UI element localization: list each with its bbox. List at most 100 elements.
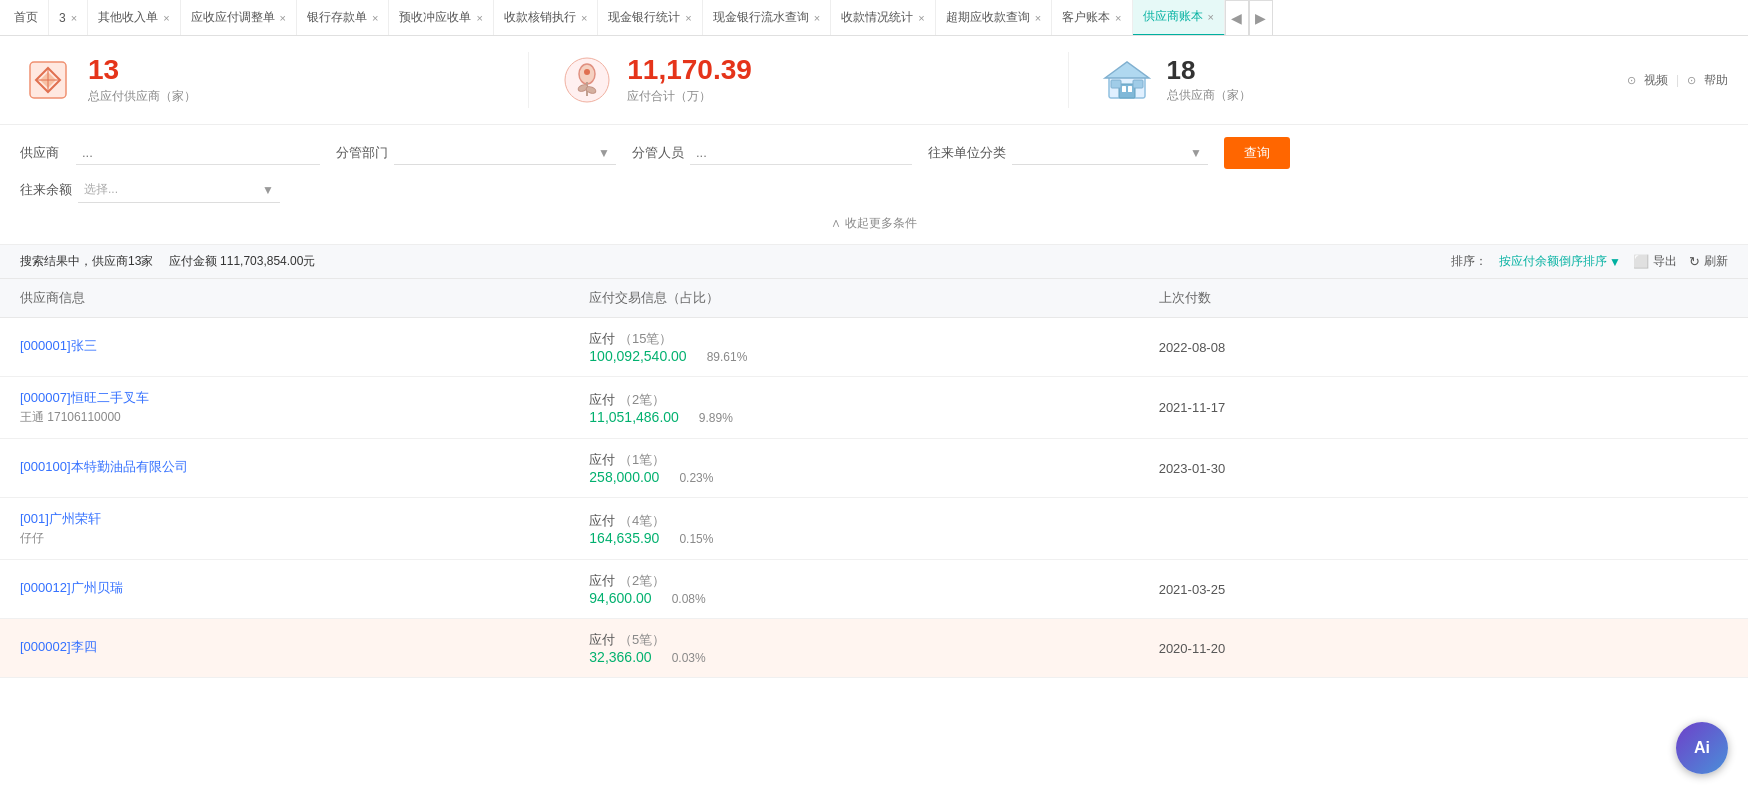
nav-tab-other-income-label: 其他收入单 — [98, 9, 158, 26]
ai-button[interactable]: Ai — [1676, 722, 1728, 774]
summary-payable-amount: 11,170.39 应付合计（万） — [529, 52, 1068, 108]
nav-tab-overdue-collect[interactable]: 超期应收款查询 × — [936, 0, 1052, 36]
tx-label-2: 应付 （2笔） — [589, 391, 1158, 409]
nav-tab-ap-adjust[interactable]: 应收应付调整单 × — [181, 0, 297, 36]
tx-amount-6[interactable]: 32,366.00 — [589, 649, 651, 665]
payable-suppliers-label: 总应付供应商（家） — [88, 88, 196, 105]
nav-tab-bank-deposit[interactable]: 银行存款单 × — [297, 0, 389, 36]
nav-tab-overdue-collect-close[interactable]: × — [1035, 12, 1041, 24]
last-pay-2: 2021-11-17 — [1159, 400, 1728, 415]
nav-tab-3[interactable]: 3 × — [49, 0, 88, 36]
filter-dept: 分管部门 ▼ — [336, 142, 616, 165]
dept-select[interactable]: ▼ — [394, 142, 616, 165]
supplier-info-1: [000001]张三 — [20, 337, 589, 357]
nav-tab-other-income-close[interactable]: × — [163, 12, 169, 24]
nav-tab-collect-verify-label: 收款核销执行 — [504, 9, 576, 26]
last-pay-5: 2021-03-25 — [1159, 582, 1728, 597]
top-nav: 首页 3 × 其他收入单 × 应收应付调整单 × 银行存款单 × 预收冲应收单 … — [0, 0, 1748, 36]
table-row: [000100]本特勤油品有限公司 应付 （1笔） 258,000.00 0.2… — [0, 439, 1748, 498]
person-input[interactable] — [690, 141, 912, 165]
category-select[interactable]: ▼ — [1012, 142, 1208, 165]
tx-amount-4[interactable]: 164,635.90 — [589, 530, 659, 546]
category-label: 往来单位分类 — [928, 144, 1006, 162]
nav-tab-bank-deposit-close[interactable]: × — [372, 12, 378, 24]
nav-tab-supplier-account-close[interactable]: × — [1208, 11, 1214, 23]
table-col-tx: 应付交易信息（占比） — [589, 289, 1158, 307]
supplier-link-6[interactable]: [000002]李四 — [20, 639, 97, 654]
filter-area: 供应商 分管部门 ▼ 分管人员 往来单位分类 ▼ 查询 — [0, 125, 1748, 245]
nav-tab-advance-collect[interactable]: 预收冲应收单 × — [389, 0, 493, 36]
nav-tab-collect-stat[interactable]: 收款情况统计 × — [831, 0, 935, 36]
nav-tab-customer-account[interactable]: 客户账本 × — [1052, 0, 1132, 36]
supplier-label: 供应商 — [20, 144, 70, 162]
tx-info-1: 应付 （15笔） 100,092,540.00 89.61% — [589, 330, 1158, 364]
nav-tab-cash-bank-flow-close[interactable]: × — [814, 12, 820, 24]
table-header: 供应商信息 应付交易信息（占比） 上次付数 — [0, 279, 1748, 318]
refresh-button[interactable]: ↻ 刷新 — [1689, 253, 1728, 270]
last-pay-6: 2020-11-20 — [1159, 641, 1728, 656]
nav-tab-cash-bank-stat-close[interactable]: × — [685, 12, 691, 24]
sort-select[interactable]: 按应付余额倒序排序 ▼ — [1499, 253, 1621, 270]
tx-amount-1[interactable]: 100,092,540.00 — [589, 348, 686, 364]
table-row: [000001]张三 应付 （15笔） 100,092,540.00 89.61… — [0, 318, 1748, 377]
summary-tools: ⊙ 视频 | ⊙ 帮助 — [1607, 72, 1728, 89]
result-actions: 排序： 按应付余额倒序排序 ▼ ⬜ 导出 ↻ 刷新 — [1451, 253, 1728, 270]
store-icon — [1099, 52, 1155, 108]
filter-row-2: 往来余额 选择... ▼ — [20, 177, 1728, 203]
nav-tab-collect-stat-label: 收款情况统计 — [841, 9, 913, 26]
tx-percent-6: 0.03% — [672, 651, 706, 665]
nav-tab-supplier-account[interactable]: 供应商账本 × — [1133, 0, 1225, 36]
nav-tab-collect-verify[interactable]: 收款核销执行 × — [494, 0, 598, 36]
balance-chevron-icon: ▼ — [262, 183, 274, 197]
search-button[interactable]: 查询 — [1224, 137, 1290, 169]
person-label: 分管人员 — [632, 144, 684, 162]
help-link[interactable]: 帮助 — [1704, 72, 1728, 89]
export-button[interactable]: ⬜ 导出 — [1633, 253, 1677, 270]
nav-tab-customer-account-label: 客户账本 — [1062, 9, 1110, 26]
tx-info-3: 应付 （1笔） 258,000.00 0.23% — [589, 451, 1158, 485]
nav-right-arrow[interactable]: ▶ — [1249, 0, 1273, 36]
nav-tab-ap-adjust-label: 应收应付调整单 — [191, 9, 275, 26]
balance-placeholder: 选择... — [84, 181, 118, 198]
nav-tab-collect-stat-close[interactable]: × — [918, 12, 924, 24]
table-row: [000007]恒旺二手叉车 王通 17106110000 应付 （2笔） 11… — [0, 377, 1748, 439]
sort-chevron-icon: ▼ — [1609, 255, 1621, 269]
nav-left-arrow[interactable]: ◀ — [1225, 0, 1249, 36]
supplier-link-1[interactable]: [000001]张三 — [20, 338, 97, 353]
collapse-bar[interactable]: ∧ 收起更多条件 — [20, 211, 1728, 236]
export-label: 导出 — [1653, 253, 1677, 270]
result-prefix: 搜索结果中，供应商13家 — [20, 254, 153, 268]
supplier-link-2[interactable]: [000007]恒旺二手叉车 — [20, 390, 149, 405]
supplier-sub-2: 王通 17106110000 — [20, 409, 589, 426]
tx-label-1: 应付 （15笔） — [589, 330, 1158, 348]
nav-tab-cash-bank-stat[interactable]: 现金银行统计 × — [598, 0, 702, 36]
payable-amount-text: 11,170.39 应付合计（万） — [627, 56, 752, 105]
last-pay-date-3: 2023-01-30 — [1159, 461, 1226, 476]
balance-select[interactable]: 选择... ▼ — [78, 177, 280, 203]
supplier-link-5[interactable]: [000012]广州贝瑞 — [20, 580, 123, 595]
last-pay-date-1: 2022-08-08 — [1159, 340, 1226, 355]
svg-rect-15 — [1133, 80, 1143, 88]
nav-tab-advance-collect-close[interactable]: × — [476, 12, 482, 24]
supplier-link-3[interactable]: [000100]本特勤油品有限公司 — [20, 459, 188, 474]
tx-amount-2[interactable]: 11,051,486.00 — [589, 409, 679, 425]
supplier-info-4: [001]广州荣轩 仔仔 — [20, 510, 589, 547]
nav-tab-customer-account-close[interactable]: × — [1115, 12, 1121, 24]
table-container: 供应商信息 应付交易信息（占比） 上次付数 [000001]张三 应付 （15笔… — [0, 279, 1748, 794]
nav-tab-supplier-account-label: 供应商账本 — [1143, 8, 1203, 25]
nav-tab-other-income[interactable]: 其他收入单 × — [88, 0, 180, 36]
total-suppliers-number: 18 — [1167, 57, 1251, 83]
tx-row-2: 11,051,486.00 9.89% — [589, 409, 1158, 425]
nav-tab-collect-verify-close[interactable]: × — [581, 12, 587, 24]
tx-amount-3[interactable]: 258,000.00 — [589, 469, 659, 485]
supplier-link-4[interactable]: [001]广州荣轩 — [20, 511, 101, 526]
nav-tab-cash-bank-flow[interactable]: 现金银行流水查询 × — [703, 0, 831, 36]
nav-tab-3-close[interactable]: × — [71, 12, 77, 24]
nav-tab-home[interactable]: 首页 — [4, 0, 49, 36]
nav-tab-ap-adjust-close[interactable]: × — [280, 12, 286, 24]
tx-amount-5[interactable]: 94,600.00 — [589, 590, 651, 606]
supplier-input[interactable] — [76, 141, 320, 165]
refresh-label: 刷新 — [1704, 253, 1728, 270]
video-link[interactable]: 视频 — [1644, 72, 1668, 89]
last-pay-1: 2022-08-08 — [1159, 340, 1728, 355]
